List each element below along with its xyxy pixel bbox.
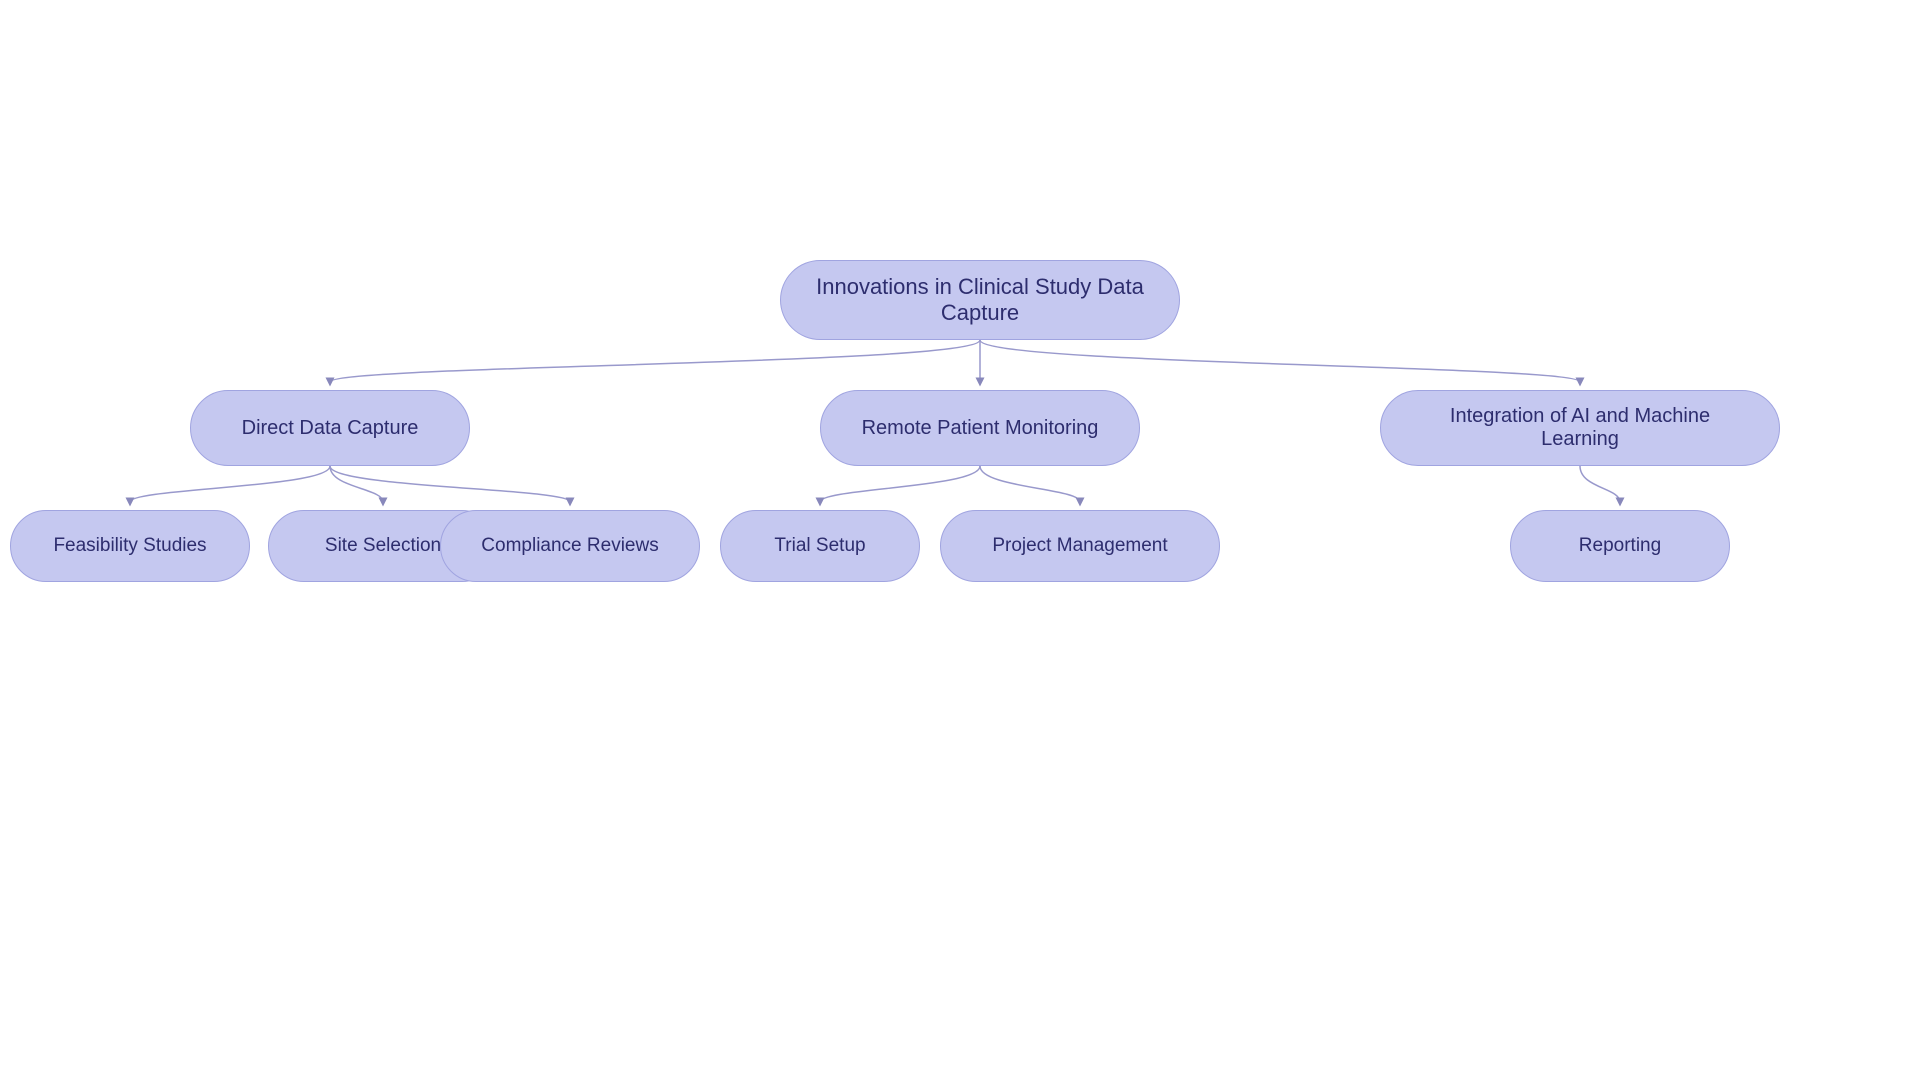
node-trial-setup-label: Trial Setup: [774, 535, 865, 557]
node-project-management-label: Project Management: [992, 535, 1167, 557]
node-compliance-label: Compliance Reviews: [481, 535, 658, 557]
node-root: Innovations in Clinical Study Data Captu…: [780, 260, 1180, 340]
node-integration-ai-label: Integration of AI and Machine Learning: [1409, 405, 1751, 451]
node-compliance: Compliance Reviews: [440, 510, 700, 582]
node-reporting-label: Reporting: [1579, 535, 1661, 557]
node-reporting: Reporting: [1510, 510, 1730, 582]
node-site-selection-label: Site Selection: [325, 535, 441, 557]
node-direct-data: Direct Data Capture: [190, 390, 470, 466]
node-remote-patient: Remote Patient Monitoring: [820, 390, 1140, 466]
node-direct-data-label: Direct Data Capture: [242, 417, 419, 440]
node-root-label: Innovations in Clinical Study Data Captu…: [809, 274, 1151, 326]
node-feasibility: Feasibility Studies: [10, 510, 250, 582]
node-feasibility-label: Feasibility Studies: [53, 535, 206, 557]
node-project-management: Project Management: [940, 510, 1220, 582]
node-remote-patient-label: Remote Patient Monitoring: [862, 417, 1099, 440]
node-integration-ai: Integration of AI and Machine Learning: [1380, 390, 1780, 466]
diagram-container: Innovations in Clinical Study Data Captu…: [0, 0, 1920, 1083]
node-trial-setup: Trial Setup: [720, 510, 920, 582]
